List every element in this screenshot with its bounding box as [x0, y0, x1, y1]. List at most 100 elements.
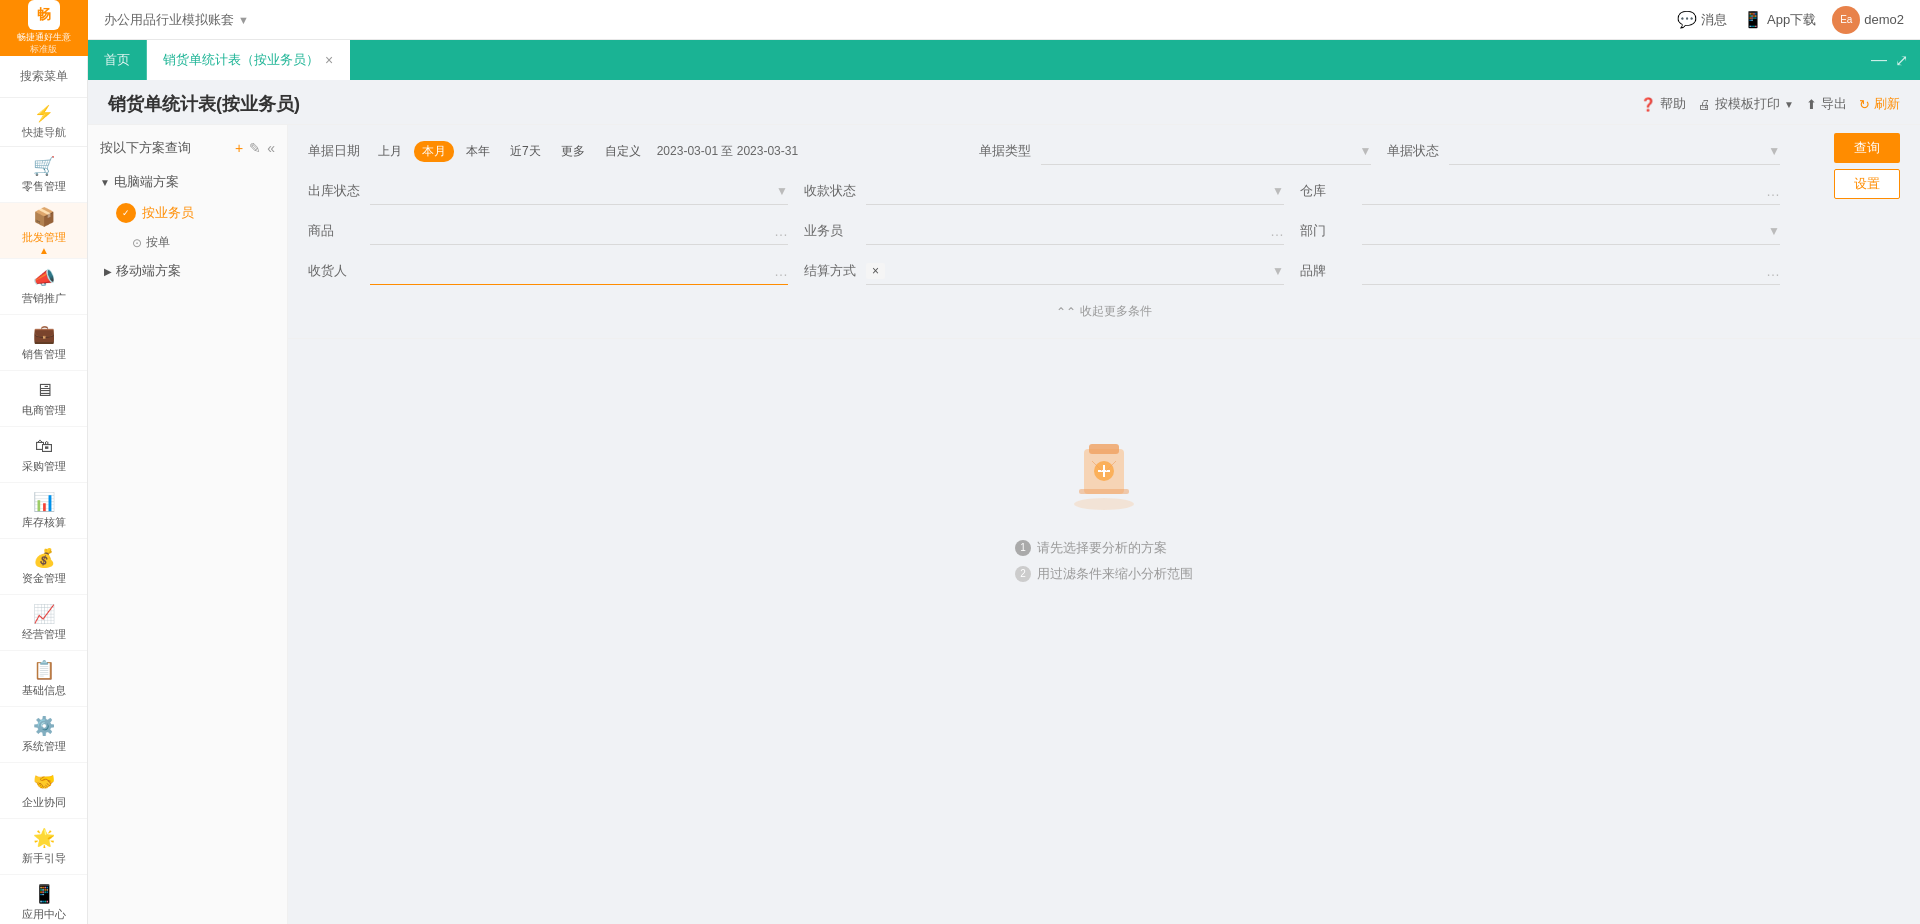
- warehouse-label: 仓库: [1300, 182, 1356, 200]
- topbar-msg-btn[interactable]: 💬 消息: [1677, 10, 1727, 29]
- filter-out-status: 出库状态 ▼: [308, 177, 788, 205]
- empty-illustration: [1054, 419, 1154, 519]
- sidebar-item-quick-nav[interactable]: ⚡ 快捷导航: [0, 102, 88, 142]
- scheme-sub-item-by-order[interactable]: ⊙ 按单: [88, 229, 287, 256]
- recipient-dots-icon[interactable]: …: [774, 263, 788, 279]
- sidebar-item-finance[interactable]: 💰 资金管理: [0, 539, 87, 595]
- date-options-group: 上月 本月 本年 近7天 更多 自定义 2023-03-01 至 2023-03…: [370, 141, 798, 162]
- payment-control[interactable]: × ▼: [866, 257, 1284, 285]
- brand-dots-icon[interactable]: …: [1766, 263, 1780, 279]
- warehouse-dots-icon[interactable]: …: [1766, 183, 1780, 199]
- inventory-icon: 📊: [33, 491, 55, 513]
- scheme-order-label: 按单: [146, 234, 170, 251]
- tab-minimize-btn[interactable]: —: [1871, 51, 1887, 69]
- date-btn-7days[interactable]: 近7天: [502, 141, 549, 162]
- breadcrumb-dropdown-icon[interactable]: ▼: [238, 14, 249, 26]
- empty-tip-2: 2 用过滤条件来缩小分析范围: [1015, 561, 1193, 587]
- out-status-control[interactable]: ▼: [370, 177, 788, 205]
- filter-date: 单据日期 上月 本月 本年 近7天 更多 自定义 2023-03-01 至 20…: [308, 141, 963, 162]
- template-print-btn[interactable]: 🖨 按模板打印 ▼: [1698, 95, 1794, 113]
- sidebar-item-newbie[interactable]: 🌟 新手引导: [0, 819, 87, 875]
- sidebar-item-system[interactable]: ⚙️ 系统管理: [0, 707, 87, 763]
- system-icon: ⚙️: [33, 715, 55, 737]
- date-btn-last-month[interactable]: 上月: [370, 141, 410, 162]
- logo-icon: 畅: [28, 0, 60, 30]
- settings-btn[interactable]: 设置: [1834, 169, 1900, 199]
- doc-status-control[interactable]: ▼: [1449, 137, 1780, 165]
- apps-icon: 📱: [33, 883, 55, 905]
- sidebar-item-apps[interactable]: 📱 应用中心: [0, 875, 87, 924]
- recipient-control[interactable]: …: [370, 257, 788, 285]
- receipt-status-dropdown-icon: ▼: [1272, 184, 1284, 198]
- sidebar-item-retail[interactable]: 🛒 零售管理: [0, 147, 87, 203]
- ecommerce-icon: 🖥: [35, 380, 53, 401]
- help-btn[interactable]: ❓ 帮助: [1640, 95, 1686, 113]
- breadcrumb-text: 办公用品行业模拟账套: [104, 11, 234, 29]
- page-full: 销货单统计表(按业务员) ❓ 帮助 🖨 按模板打印 ▼ ⬆ 导出 ↻ 刷新: [88, 80, 1920, 924]
- doc-type-control[interactable]: ▼: [1041, 137, 1372, 165]
- brand-control[interactable]: …: [1362, 257, 1780, 285]
- topbar-user[interactable]: Ea demo2: [1832, 6, 1904, 34]
- sidebar-item-basic[interactable]: 📋 基础信息: [0, 651, 87, 707]
- sidebar-item-sales[interactable]: 💼 销售管理: [0, 315, 87, 371]
- refresh-btn[interactable]: ↻ 刷新: [1859, 95, 1900, 113]
- collapse-panel-icon[interactable]: «: [267, 140, 275, 156]
- tab-maximize-btn[interactable]: ⤢: [1895, 51, 1908, 70]
- sidebar-item-cooperation[interactable]: 🤝 企业协同: [0, 763, 87, 819]
- date-btn-this-month[interactable]: 本月: [414, 141, 454, 162]
- filter-brand: 品牌 …: [1300, 257, 1780, 285]
- salesperson-control[interactable]: …: [866, 217, 1284, 245]
- topbar-app-btn[interactable]: 📱 App下载: [1743, 10, 1816, 29]
- tab-home[interactable]: 首页: [88, 40, 147, 80]
- add-scheme-icon[interactable]: +: [235, 140, 243, 156]
- quick-nav-icon: ⚡: [34, 104, 54, 123]
- scheme-item-by-salesperson[interactable]: ✓ 按业务员: [88, 197, 287, 229]
- tab-close-icon[interactable]: ×: [325, 52, 333, 68]
- date-btn-this-year[interactable]: 本年: [458, 141, 498, 162]
- receipt-status-control[interactable]: ▼: [866, 177, 1284, 205]
- payment-tag: ×: [866, 263, 885, 279]
- sidebar-item-marketing[interactable]: 📣 营销推广: [0, 259, 87, 315]
- export-btn[interactable]: ⬆ 导出: [1806, 95, 1847, 113]
- basic-label: 基础信息: [22, 683, 66, 698]
- query-btn[interactable]: 查询: [1834, 133, 1900, 163]
- sidebar-item-ecommerce[interactable]: 🖥 电商管理: [0, 371, 87, 427]
- sidebar-item-inventory[interactable]: 📊 库存核算: [0, 483, 87, 539]
- sidebar-search[interactable]: 搜索菜单: [0, 56, 87, 98]
- collapse-filter-btn[interactable]: ⌃⌃ 收起更多条件: [308, 297, 1900, 326]
- sidebar-item-operation[interactable]: 📈 经营管理: [0, 595, 87, 651]
- operation-label: 经营管理: [22, 627, 66, 642]
- edit-scheme-icon[interactable]: ✎: [249, 140, 261, 156]
- sidebar-quick-nav: ⚡ 快捷导航: [0, 98, 87, 147]
- empty-state: 1 请先选择要分析的方案 2 用过滤条件来缩小分析范围: [288, 339, 1920, 667]
- date-btn-more[interactable]: 更多: [553, 141, 593, 162]
- sidebar-item-purchase[interactable]: 🛍 采购管理: [0, 427, 87, 483]
- tabs-bar-right: — ⤢: [1871, 51, 1920, 70]
- print-dropdown-icon: ▼: [1784, 99, 1794, 110]
- out-status-dropdown-icon: ▼: [776, 184, 788, 198]
- breadcrumb: 办公用品行业模拟账套 ▼: [104, 11, 1665, 29]
- mobile-scheme-header[interactable]: ▶ 移动端方案: [88, 256, 287, 286]
- finance-label: 资金管理: [22, 571, 66, 586]
- sidebar-item-wholesale[interactable]: 📦 批发管理 ▲: [0, 203, 87, 259]
- dept-control[interactable]: ▼: [1362, 217, 1780, 245]
- mobile-scheme-label: 移动端方案: [116, 262, 181, 280]
- payment-label: 结算方式: [804, 262, 860, 280]
- salesperson-dots-icon[interactable]: …: [1270, 223, 1284, 239]
- desktop-scheme-header[interactable]: ▼ 电脑端方案: [88, 167, 287, 197]
- filter-area: 单据日期 上月 本月 本年 近7天 更多 自定义 2023-03-01 至 20…: [288, 125, 1920, 339]
- date-btn-custom[interactable]: 自定义: [597, 141, 649, 162]
- topbar-right: 💬 消息 📱 App下载 Ea demo2: [1677, 6, 1904, 34]
- warehouse-control[interactable]: …: [1362, 177, 1780, 205]
- search-menu-label[interactable]: 搜索菜单: [12, 64, 76, 89]
- goods-dots-icon[interactable]: …: [774, 223, 788, 239]
- payment-tag-close[interactable]: ×: [872, 264, 879, 278]
- purchase-icon: 🛍: [35, 436, 53, 457]
- filter-goods: 商品 …: [308, 217, 788, 245]
- system-label: 系统管理: [22, 739, 66, 754]
- template-print-label: 按模板打印: [1715, 95, 1780, 113]
- salesperson-label: 业务员: [804, 222, 860, 240]
- out-status-label: 出库状态: [308, 182, 364, 200]
- tab-sales-stats[interactable]: 销货单统计表（按业务员） ×: [147, 40, 350, 80]
- goods-control[interactable]: …: [370, 217, 788, 245]
